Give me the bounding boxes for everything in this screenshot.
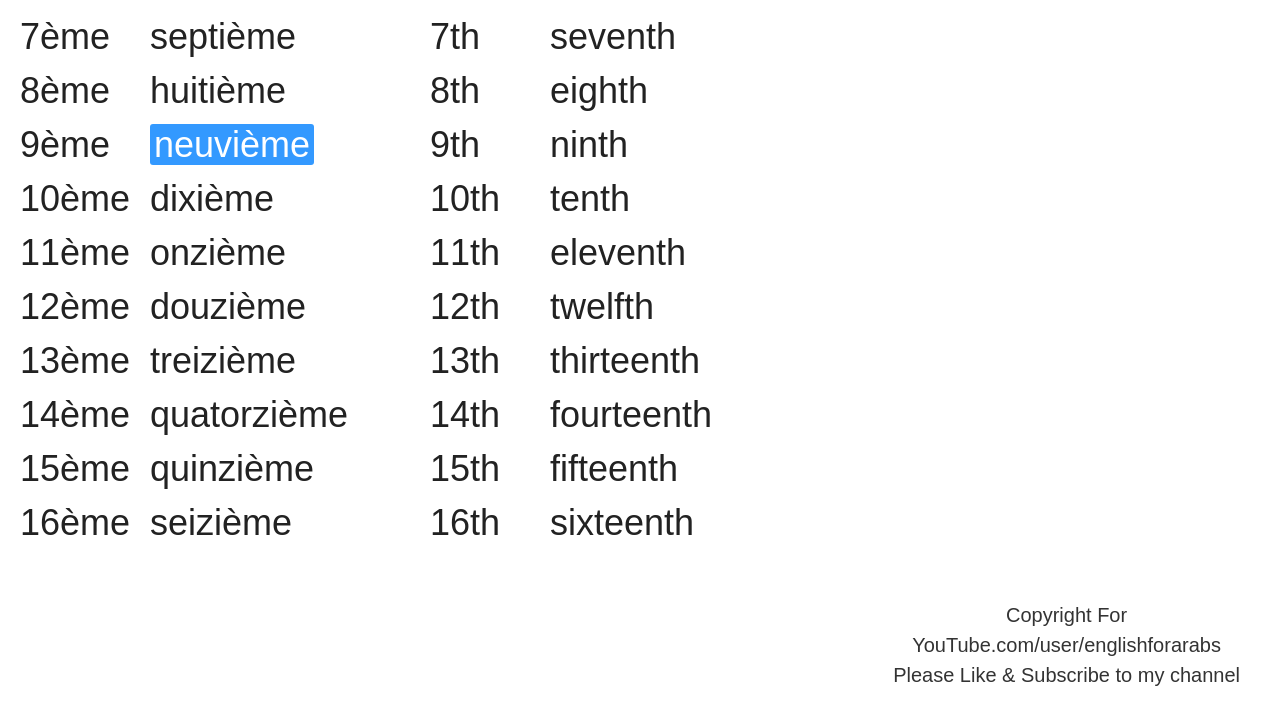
cell-ordinal: 8th [430,70,550,112]
cell-num: 7ème [20,16,150,58]
cell-french: dixième [150,178,430,220]
cell-french: onzième [150,232,430,274]
cell-num: 9ème [20,124,150,166]
cell-num: 15ème [20,448,150,490]
cell-english: sixteenth [550,502,810,544]
cell-ordinal: 9th [430,124,550,166]
highlighted-word: neuvième [150,124,314,165]
table-row: 14èmequatorzième14thfourteenth [20,388,1260,442]
cell-num: 13ème [20,340,150,382]
copyright-notice: Copyright For YouTube.com/user/englishfo… [893,600,1240,690]
cell-french: septième [150,16,430,58]
cell-num: 8ème [20,70,150,112]
cell-english: thirteenth [550,340,810,382]
cell-ordinal: 13th [430,340,550,382]
table-row: 9èmeneuvième 9thninth [20,118,1260,172]
cell-ordinal: 12th [430,286,550,328]
cell-english: twelfth [550,286,810,328]
cell-english: fourteenth [550,394,810,436]
cell-ordinal: 15th [430,448,550,490]
cell-english: seventh [550,16,810,58]
cell-english: eleventh [550,232,810,274]
cell-ordinal: 10th [430,178,550,220]
copyright-line1: Copyright For [1006,604,1127,626]
cell-french: douzième [150,286,430,328]
table-row: 8èmehuitième8theighth [20,64,1260,118]
cell-num: 10ème [20,178,150,220]
cell-english: ninth [550,124,810,166]
cell-ordinal: 7th [430,16,550,58]
cell-num: 16ème [20,502,150,544]
copyright-line3: Please Like & Subscribe to my channel [893,664,1240,686]
cell-ordinal: 14th [430,394,550,436]
cell-english: tenth [550,178,810,220]
cell-english: eighth [550,70,810,112]
cell-ordinal: 16th [430,502,550,544]
cell-french: quinzième [150,448,430,490]
copyright-line2: YouTube.com/user/englishforarabs [912,634,1221,656]
cell-french: huitième [150,70,430,112]
table-row: 15èmequinzième15thfifteenth [20,442,1260,496]
table-row: 12èmedouzième12thtwelfth [20,280,1260,334]
table-row: 7èmeseptième7thseventh [20,10,1260,64]
table-row: 16èmeseizième16thsixteenth [20,496,1260,550]
cell-french: quatorzième [150,394,430,436]
cell-num: 14ème [20,394,150,436]
cell-english: fifteenth [550,448,810,490]
ordinals-table: 7èmeseptième7thseventh8èmehuitième8theig… [0,0,1280,560]
cell-ordinal: 11th [430,232,550,274]
table-row: 11èmeonzième11theleventh [20,226,1260,280]
table-row: 10èmedixième10thtenth [20,172,1260,226]
cell-french: neuvième [150,124,430,166]
cell-french: treizième [150,340,430,382]
cell-num: 12ème [20,286,150,328]
cell-num: 11ème [20,232,150,274]
table-row: 13èmetreizième13ththirteenth [20,334,1260,388]
cell-french: seizième [150,502,430,544]
